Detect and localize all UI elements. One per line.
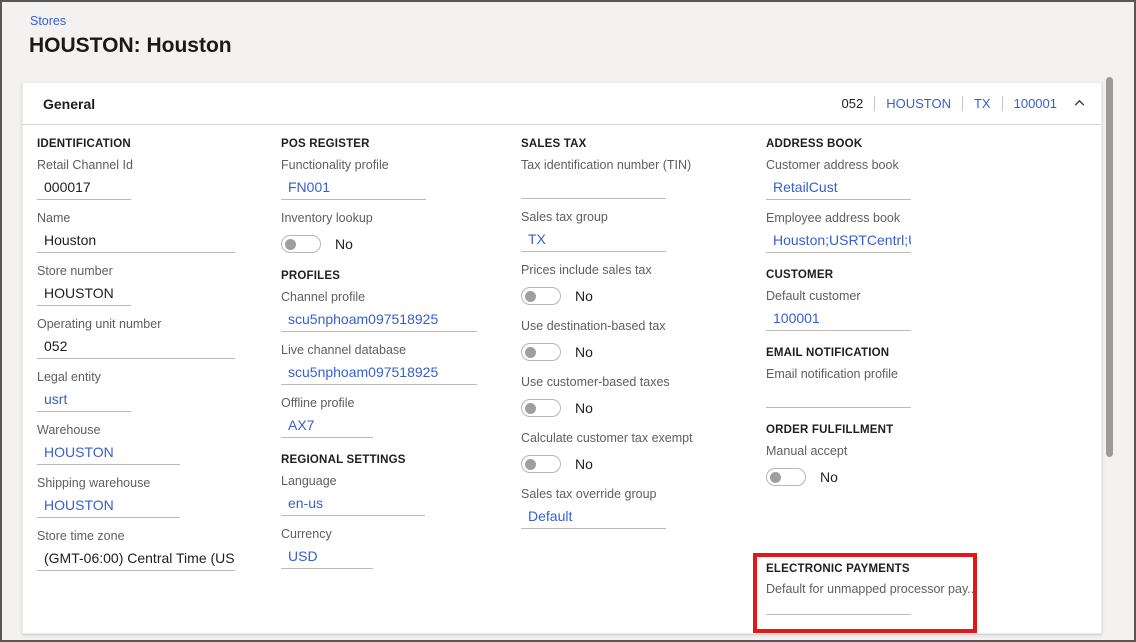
- default-unmapped-processor-input[interactable]: [766, 614, 911, 615]
- sales-tax-group-link[interactable]: TX: [521, 229, 666, 252]
- field-customer-address-book: Customer address book RetailCust: [766, 157, 966, 200]
- currency-link[interactable]: USD: [281, 546, 373, 569]
- section-title-pos-register: POS REGISTER: [281, 138, 370, 150]
- section-title-customer: CUSTOMER: [766, 269, 834, 281]
- section-title-profiles: PROFILES: [281, 270, 341, 282]
- field-sales-tax-group: Sales tax group TX: [521, 209, 757, 252]
- summary-operating-unit: 052: [841, 96, 864, 111]
- toggle-knob: [525, 346, 536, 358]
- field-warehouse: Warehouse HOUSTON: [37, 422, 263, 465]
- toggle-knob: [525, 290, 536, 302]
- prices-include-sales-tax-toggle[interactable]: [521, 287, 561, 305]
- summary-store-link[interactable]: HOUSTON: [886, 96, 951, 111]
- column-identification: IDENTIFICATION Retail Channel Id 000017 …: [37, 135, 263, 581]
- vertical-scrollbar-thumb[interactable]: [1106, 77, 1113, 457]
- field-inventory-lookup: Inventory lookup No: [281, 211, 373, 253]
- column-address-book: ADDRESS BOOK Customer address book Retai…: [766, 135, 966, 499]
- field-sales-tax-override-group: Sales tax override group Default: [521, 486, 757, 529]
- use-customer-based-taxes-toggle[interactable]: [521, 399, 561, 417]
- field-store-time-zone: Store time zone (GMT-06:00) Central Time…: [37, 528, 263, 571]
- retail-channel-id-input[interactable]: 000017: [37, 177, 131, 200]
- summary-divider: [874, 96, 876, 111]
- field-channel-profile: Channel profile scu5nphoam097518925: [281, 289, 507, 332]
- warehouse-link[interactable]: HOUSTON: [37, 442, 180, 465]
- field-operating-unit-number: Operating unit number 052: [37, 316, 263, 359]
- summary-tax-group-link[interactable]: TX: [974, 96, 991, 111]
- section-title-email-notification: EMAIL NOTIFICATION: [766, 347, 890, 359]
- toggle-knob: [525, 458, 536, 470]
- toggle-knob: [770, 471, 781, 483]
- field-currency: Currency USD: [281, 526, 507, 569]
- field-name: Name Houston: [37, 210, 263, 253]
- column-sales-tax: SALES TAX Tax identification number (TIN…: [521, 135, 757, 539]
- field-use-destination-based-tax: Use destination-based tax No: [521, 319, 666, 361]
- field-calculate-customer-tax-exempt: Calculate customer tax exempt No: [521, 431, 693, 473]
- legal-entity-link[interactable]: usrt: [37, 389, 131, 412]
- language-link[interactable]: en-us: [281, 493, 425, 516]
- inventory-lookup-toggle[interactable]: [281, 235, 321, 253]
- section-title-identification: IDENTIFICATION: [37, 138, 131, 150]
- field-live-channel-database: Live channel database scu5nphoam09751892…: [281, 342, 507, 385]
- field-language: Language en-us: [281, 473, 507, 516]
- tin-input[interactable]: [521, 177, 666, 199]
- customer-address-book-link[interactable]: RetailCust: [766, 177, 911, 200]
- default-customer-link[interactable]: 100001: [766, 308, 911, 331]
- section-title-electronic-payments: ELECTRONIC PAYMENTS: [766, 563, 910, 575]
- toggle-knob: [525, 402, 536, 414]
- toggle-knob: [285, 238, 296, 250]
- summary-customer-link[interactable]: 100001: [1014, 96, 1057, 111]
- page-title: HOUSTON: Houston: [29, 34, 232, 57]
- field-retail-channel-id: Retail Channel Id 000017: [37, 157, 263, 200]
- field-tax-identification-number: Tax identification number (TIN): [521, 157, 757, 199]
- section-title-sales-tax: SALES TAX: [521, 138, 587, 150]
- calculate-customer-tax-exempt-toggle[interactable]: [521, 455, 561, 473]
- field-shipping-warehouse: Shipping warehouse HOUSTON: [37, 475, 263, 518]
- field-default-customer: Default customer 100001: [766, 288, 966, 331]
- section-title-regional-settings: REGIONAL SETTINGS: [281, 454, 406, 466]
- general-fasttab-header[interactable]: General 052 HOUSTON TX 100001: [23, 83, 1101, 125]
- email-notification-profile-input[interactable]: [766, 386, 911, 408]
- field-offline-profile: Offline profile AX7: [281, 395, 507, 438]
- name-input[interactable]: Houston: [37, 230, 235, 253]
- shipping-warehouse-link[interactable]: HOUSTON: [37, 495, 180, 518]
- channel-profile-link[interactable]: scu5nphoam097518925: [281, 309, 477, 332]
- electronic-payments-highlight-box: ELECTRONIC PAYMENTS Default for unmapped…: [753, 553, 978, 633]
- store-number-input[interactable]: HOUSTON: [37, 283, 131, 306]
- field-use-customer-based-taxes: Use customer-based taxes No: [521, 375, 670, 417]
- manual-accept-toggle[interactable]: [766, 468, 806, 486]
- fasttab-summary: 052 HOUSTON TX 100001: [842, 96, 1086, 111]
- breadcrumb-stores-link[interactable]: Stores: [30, 14, 66, 28]
- section-title-order-fulfillment: ORDER FULFILLMENT: [766, 424, 894, 436]
- section-title-address-book: ADDRESS BOOK: [766, 138, 863, 150]
- operating-unit-number-input[interactable]: 052: [37, 336, 235, 359]
- field-manual-accept: Manual accept No: [766, 444, 848, 486]
- live-channel-database-link[interactable]: scu5nphoam097518925: [281, 362, 477, 385]
- offline-profile-link[interactable]: AX7: [281, 415, 373, 438]
- summary-divider: [1001, 96, 1003, 111]
- panel-title: General: [43, 95, 96, 112]
- field-functionality-profile: Functionality profile FN001: [281, 157, 507, 200]
- field-email-notification-profile: Email notification profile: [766, 366, 966, 408]
- default-unmapped-processor-label: Default for unmapped processor pay...: [766, 582, 978, 596]
- employee-address-book-link[interactable]: Houston;USRTCentrl;U...: [766, 230, 911, 253]
- functionality-profile-link[interactable]: FN001: [281, 177, 426, 200]
- field-legal-entity: Legal entity usrt: [37, 369, 263, 412]
- column-pos-register: POS REGISTER Functionality profile FN001…: [281, 135, 507, 579]
- general-fasttab-panel: General 052 HOUSTON TX 100001 IDENTIFICA…: [22, 82, 1102, 634]
- field-store-number: Store number HOUSTON: [37, 263, 263, 306]
- field-prices-include-sales-tax: Prices include sales tax No: [521, 263, 652, 305]
- use-destination-based-tax-toggle[interactable]: [521, 343, 561, 361]
- store-time-zone-input[interactable]: (GMT-06:00) Central Time (US ...: [37, 548, 235, 571]
- collapse-chevron-up-icon[interactable]: [1073, 97, 1086, 110]
- field-employee-address-book: Employee address book Houston;USRTCentrl…: [766, 210, 966, 253]
- sales-tax-override-group-link[interactable]: Default: [521, 506, 666, 529]
- summary-divider: [961, 96, 963, 111]
